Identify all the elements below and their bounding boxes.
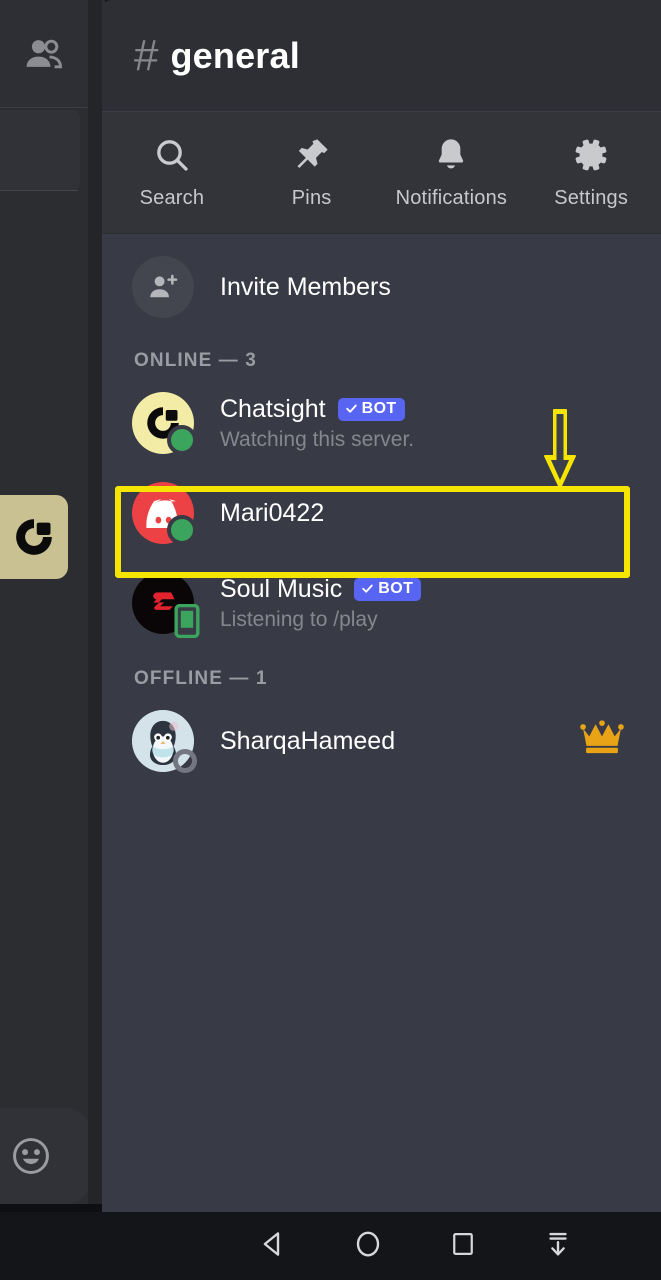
hash-icon: # <box>134 30 159 80</box>
avatar <box>132 482 197 545</box>
underlying-divider <box>0 190 78 191</box>
crown-icon <box>579 720 625 762</box>
underlying-edge-shadow <box>88 0 102 1212</box>
member-name-line: Mari0422 <box>220 499 324 528</box>
square-recents-icon <box>449 1230 477 1263</box>
avatar <box>132 392 197 455</box>
search-icon <box>152 135 192 175</box>
emoji-smiley-icon[interactable] <box>10 1135 52 1177</box>
member-name-line: Chatsight BOT <box>220 395 414 424</box>
member-name: Chatsight <box>220 394 326 423</box>
member-name-line: SharqaHameed <box>220 727 395 756</box>
section-header-offline: OFFLINE — 1 <box>134 668 268 689</box>
navbar-shadow <box>0 1204 102 1212</box>
avatar <box>132 710 197 773</box>
member-name-line: Soul Music BOT <box>220 574 422 604</box>
bell-icon <box>431 135 471 175</box>
member-activity: Listening to /play <box>220 607 378 631</box>
underlying-chat-screen <box>0 0 105 1212</box>
android-navigation-bar <box>0 1212 661 1280</box>
hide-keyboard-button[interactable] <box>510 1229 605 1264</box>
circle-home-icon <box>353 1229 383 1264</box>
section-header-online: ONLINE — 3 <box>134 350 257 371</box>
settings-button[interactable]: Settings <box>521 135 661 210</box>
member-info: Soul Music BOT Listening to /play <box>220 574 422 632</box>
member-list: Invite Members ONLINE — 3 Chatsight BOT … <box>102 244 661 1212</box>
pins-button[interactable]: Pins <box>242 135 382 210</box>
pin-icon <box>292 135 332 175</box>
settings-label: Settings <box>554 187 629 209</box>
underlying-bot-avatar <box>0 495 68 579</box>
member-name: SharqaHameed <box>220 726 396 755</box>
bot-badge: BOT <box>337 397 405 421</box>
member-name: Soul Music <box>220 574 343 603</box>
member-row-soul-music[interactable]: Soul Music BOT Listening to /play <box>102 558 661 648</box>
channel-action-bar: Search Pins Notifications Settings <box>102 112 661 234</box>
check-icon <box>362 584 374 593</box>
bot-badge-label: BOT <box>378 579 414 597</box>
discord-mobile-screen: # general Search Pins Notifications Sett… <box>0 0 661 1280</box>
home-button[interactable] <box>321 1229 416 1264</box>
underlying-message-card <box>0 110 80 190</box>
invite-members-row[interactable]: Invite Members <box>102 244 661 330</box>
status-indicator-offline <box>173 749 197 773</box>
page-title: general <box>170 34 300 76</box>
gear-icon <box>571 135 611 175</box>
status-indicator-online <box>167 515 197 545</box>
member-info: SharqaHameed <box>220 727 395 756</box>
recents-button[interactable] <box>416 1230 511 1263</box>
invite-members-label: Invite Members <box>220 272 391 301</box>
member-row-mari0422[interactable]: Mari0422 <box>102 468 661 558</box>
person-add-icon <box>132 256 194 318</box>
member-info: Mari0422 <box>220 499 324 528</box>
member-row-sharqahameed[interactable]: SharqaHameed <box>102 696 661 786</box>
pins-label: Pins <box>291 187 332 209</box>
member-row-chatsight[interactable]: Chatsight BOT Watching this server. <box>102 378 661 468</box>
members-icon[interactable] <box>22 32 66 76</box>
check-icon <box>345 404 357 413</box>
notifications-label: Notifications <box>395 187 508 209</box>
status-indicator-online <box>167 425 197 455</box>
bot-badge-label: BOT <box>361 399 397 417</box>
triangle-back-icon <box>258 1229 288 1264</box>
member-info: Chatsight BOT Watching this server. <box>220 395 414 452</box>
notifications-button[interactable]: Notifications <box>382 135 522 210</box>
bot-badge: BOT <box>354 577 422 601</box>
back-button[interactable] <box>226 1229 321 1264</box>
member-list-panel: # general Search Pins Notifications Sett… <box>102 0 661 1212</box>
channel-header: # general <box>102 0 661 112</box>
status-indicator-mobile <box>174 603 200 639</box>
search-button[interactable]: Search <box>102 135 242 210</box>
avatar <box>132 572 200 639</box>
member-name: Mari0422 <box>220 498 325 527</box>
hide-keyboard-icon <box>543 1229 573 1264</box>
member-activity: Watching this server. <box>220 427 415 451</box>
search-label: Search <box>139 187 205 209</box>
